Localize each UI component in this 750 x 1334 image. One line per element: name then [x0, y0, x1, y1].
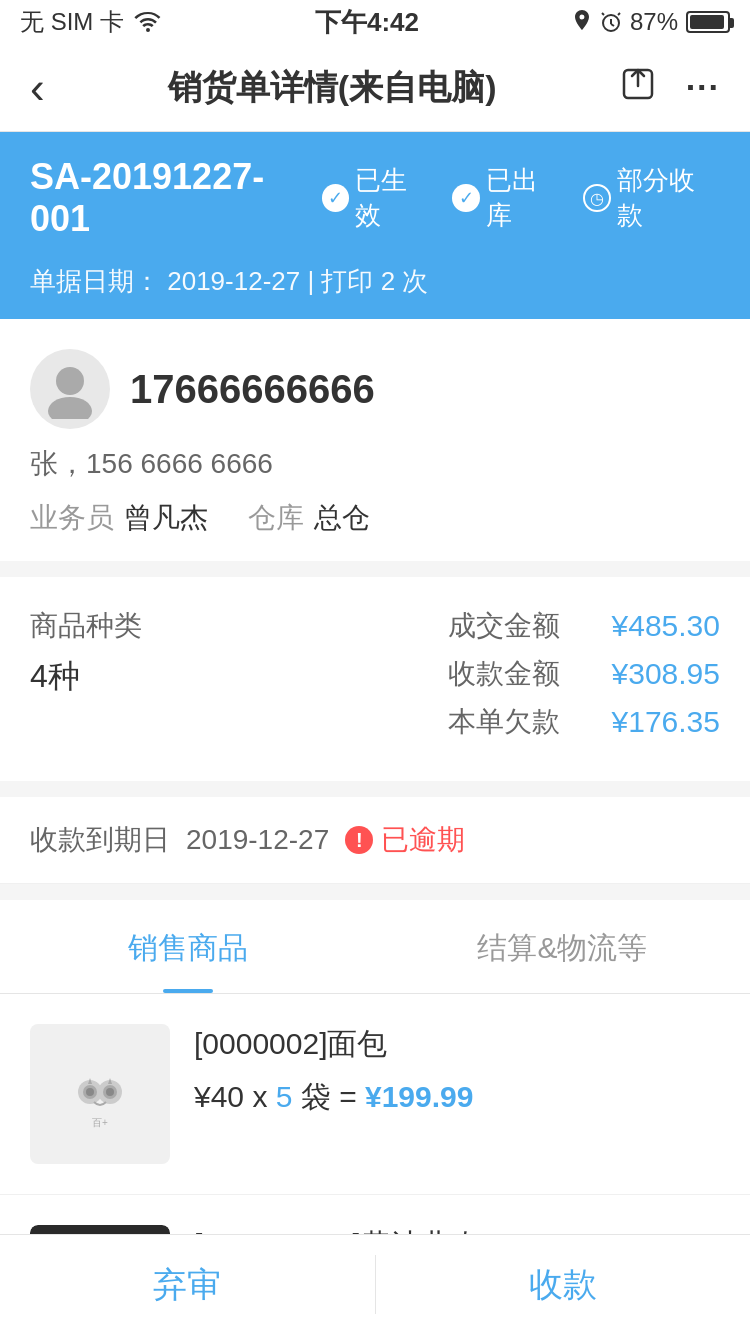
wifi-icon	[134, 12, 162, 32]
check-icon-1: ✓	[322, 184, 350, 212]
customer-header: 17666666666	[30, 349, 720, 429]
order-date-line: 单据日期： 2019-12-27 | 打印 2 次	[30, 264, 720, 299]
overdue-badge: ! 已逾期	[345, 821, 465, 859]
svg-line-4	[618, 13, 620, 15]
product-thumb-icon-1: 百+	[60, 1054, 140, 1134]
product-item: 百+ [0000002]面包 ¥40 x 5 袋 = ¥199.99	[0, 994, 750, 1195]
svg-line-2	[611, 24, 614, 26]
avatar-icon	[40, 359, 100, 419]
tabs: 销售商品 结算&物流等	[0, 900, 750, 994]
nav-actions: ···	[620, 66, 720, 110]
stats-amounts: 成交金额 ¥485.30 收款金额 ¥308.95 本单欠款 ¥176.35	[448, 607, 720, 751]
bottom-bar: 弃审 收款	[0, 1234, 750, 1334]
customer-section: 17666666666 张，156 6666 6666 业务员 曾凡杰 仓库 总…	[0, 319, 750, 561]
customer-meta: 业务员 曾凡杰 仓库 总仓	[30, 499, 720, 537]
due-label: 收款到期日	[30, 821, 170, 859]
sales-rep-label: 业务员	[30, 499, 114, 537]
tab-settlement[interactable]: 结算&物流等	[375, 900, 750, 993]
amount-label: 成交金额	[448, 607, 560, 645]
status-left: 无 SIM 卡	[20, 6, 162, 38]
check-icon-2: ✓	[452, 184, 480, 212]
received-value: ¥308.95	[580, 657, 720, 691]
status-time: 下午4:42	[315, 5, 419, 40]
share-icon	[620, 66, 656, 102]
avatar	[30, 349, 110, 429]
warehouse-item: 仓库 总仓	[248, 499, 370, 537]
product-name-1: [0000002]面包	[194, 1024, 720, 1065]
svg-line-3	[602, 13, 604, 15]
location-icon	[572, 10, 592, 34]
type-value: 4种	[30, 655, 142, 699]
warehouse-label: 仓库	[248, 499, 304, 537]
svg-point-6	[56, 367, 84, 395]
clock-icon: ◷	[583, 184, 611, 212]
owed-row: 本单欠款 ¥176.35	[448, 703, 720, 741]
page-title: 销货单详情(来自电脑)	[168, 65, 497, 111]
battery-text: 87%	[630, 8, 678, 36]
due-date-section: 收款到期日 2019-12-27 ! 已逾期	[0, 797, 750, 884]
sales-rep-value: 曾凡杰	[124, 499, 208, 537]
received-label: 收款金额	[448, 655, 560, 693]
confirm-button[interactable]: 收款	[376, 1235, 751, 1334]
svg-text:百+: 百+	[92, 1117, 108, 1128]
received-row: 收款金额 ¥308.95	[448, 655, 720, 693]
order-id: SA-20191227-001	[30, 156, 322, 240]
carrier-text: 无 SIM 卡	[20, 6, 124, 38]
product-thumb-1: 百+	[30, 1024, 170, 1164]
badge-effective: ✓ 已生效	[322, 163, 433, 233]
svg-point-12	[86, 1088, 94, 1096]
stats-type: 商品种类 4种	[30, 607, 142, 699]
stats-section: 商品种类 4种 成交金额 ¥485.30 收款金额 ¥308.95 本单欠款 ¥…	[0, 577, 750, 781]
status-right: 87%	[572, 8, 730, 36]
amount-value: ¥485.30	[580, 609, 720, 643]
nav-bar: ‹ 销货单详情(来自电脑) ···	[0, 44, 750, 132]
svg-point-7	[48, 397, 92, 419]
type-label: 商品种类	[30, 610, 142, 641]
owed-label: 本单欠款	[448, 703, 560, 741]
status-bar: 无 SIM 卡 下午4:42 87%	[0, 0, 750, 44]
due-date-value: 2019-12-27	[186, 824, 329, 856]
warehouse-value: 总仓	[314, 499, 370, 537]
badge-partial: ◷ 部分收款	[583, 163, 720, 233]
battery-icon	[686, 11, 730, 33]
badge-shipped: ✓ 已出库	[452, 163, 563, 233]
share-button[interactable]	[620, 66, 656, 110]
customer-phone: 17666666666	[130, 367, 375, 412]
product-price-1: ¥40 x 5 袋 = ¥199.99	[194, 1077, 720, 1118]
sales-rep-item: 业务员 曾凡杰	[30, 499, 208, 537]
cancel-button[interactable]: 弃审	[0, 1235, 375, 1334]
customer-name: 张，156 6666 6666	[30, 445, 720, 483]
more-button[interactable]: ···	[686, 68, 720, 107]
svg-point-13	[106, 1088, 114, 1096]
back-button[interactable]: ‹	[30, 63, 45, 113]
overdue-icon: !	[345, 826, 373, 854]
overdue-text: 已逾期	[381, 821, 465, 859]
alarm-icon	[600, 11, 622, 33]
product-info-1: [0000002]面包 ¥40 x 5 袋 = ¥199.99	[194, 1024, 720, 1118]
order-header: SA-20191227-001 ✓ 已生效 ✓ 已出库 ◷ 部分收款 单据日期：…	[0, 132, 750, 319]
order-badges: ✓ 已生效 ✓ 已出库 ◷ 部分收款	[322, 163, 720, 233]
amount-row: 成交金额 ¥485.30	[448, 607, 720, 645]
tab-sales-products[interactable]: 销售商品	[0, 900, 375, 993]
owed-value: ¥176.35	[580, 705, 720, 739]
